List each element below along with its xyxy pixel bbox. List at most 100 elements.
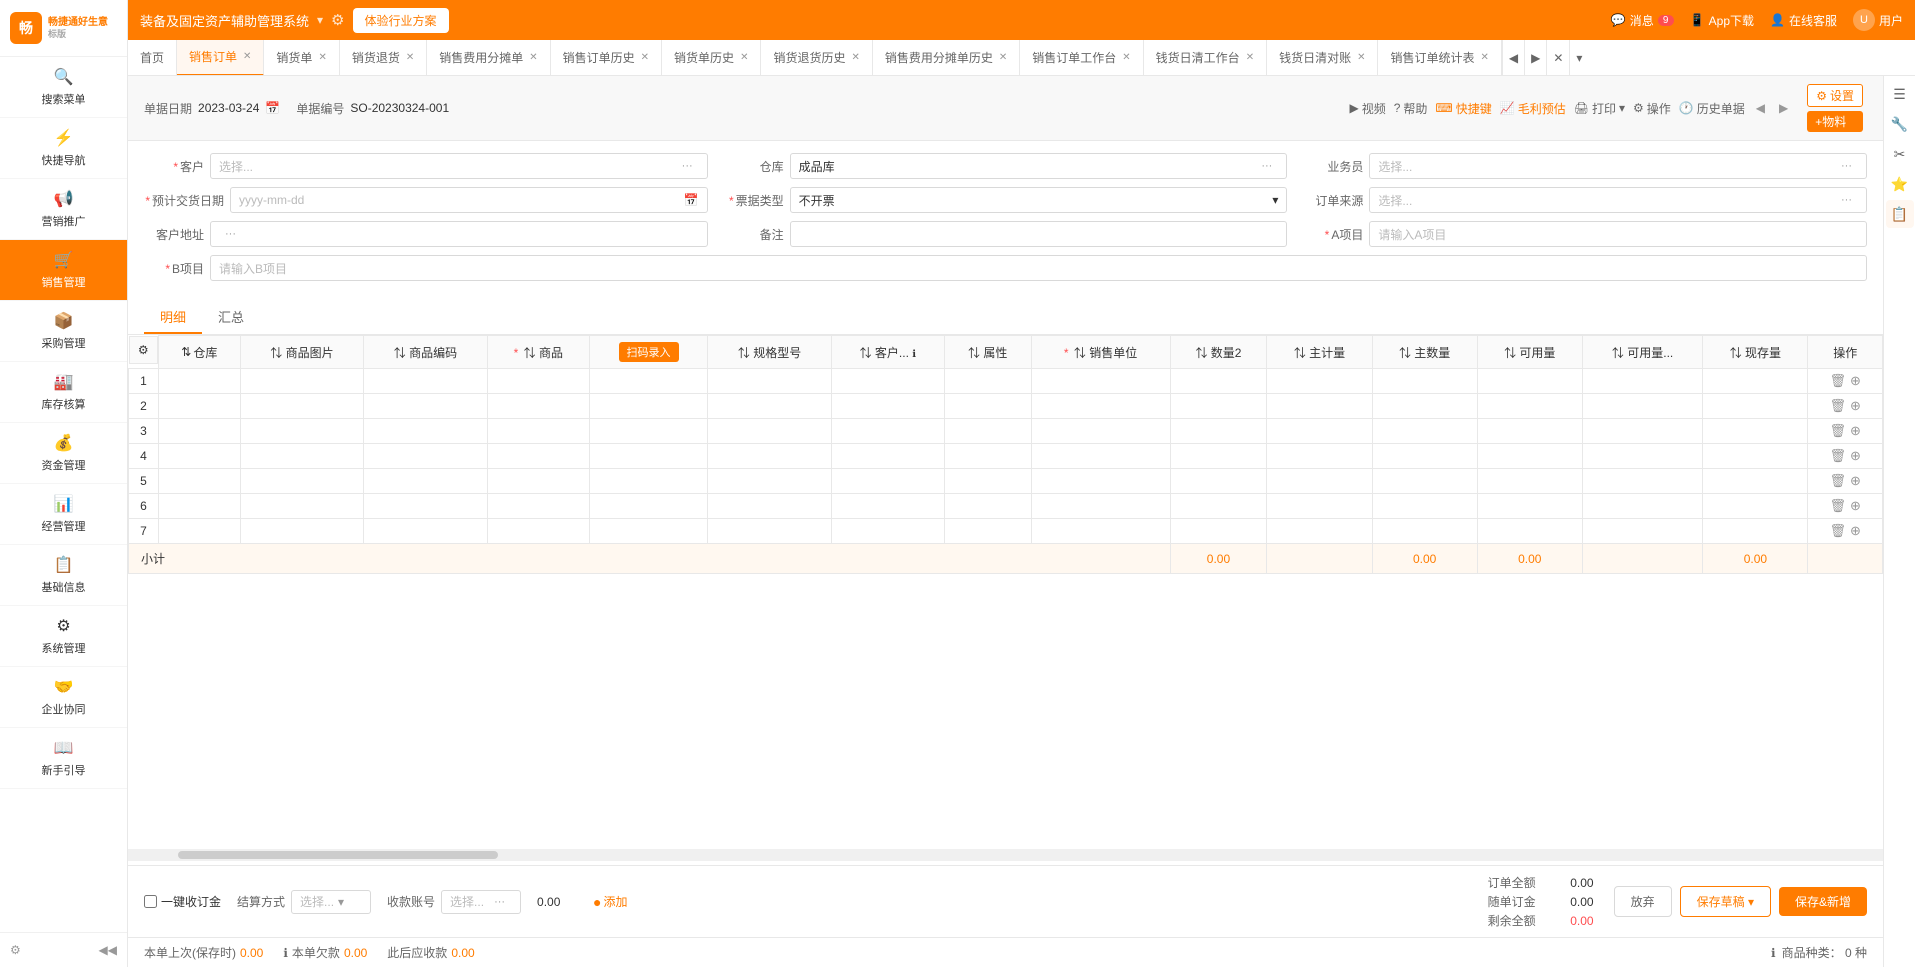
tab-expense-split-close[interactable]: ✕ <box>529 52 537 63</box>
row-delete-icon[interactable]: 🗑 <box>1830 423 1847 439</box>
invoice-select[interactable]: 不开票 ▾ <box>790 187 1288 213</box>
sidebar-collapse-icon[interactable]: ◀◀ <box>99 943 117 957</box>
preview-button[interactable]: ▶ 视频 <box>1349 100 1385 117</box>
tab-close-all-button[interactable]: ✕ <box>1546 40 1569 76</box>
scroll-thumb[interactable] <box>178 851 498 859</box>
profit-button[interactable]: 📈 毛利预估 <box>1500 100 1566 117</box>
tab-sales-stats[interactable]: 销售订单统计表 ✕ <box>1378 40 1501 76</box>
save-new-button[interactable]: 保存&新增 <box>1779 887 1867 916</box>
row-copy-icon[interactable]: ⊕ <box>1850 523 1861 539</box>
one-click-deposit-label[interactable]: 一键收订金 <box>144 893 221 910</box>
save-draft-dropdown-icon[interactable]: ▾ <box>1748 895 1754 909</box>
one-click-deposit-checkbox[interactable] <box>144 895 157 908</box>
sidebar-item-marketing[interactable]: 📢 营销推广 <box>0 179 127 240</box>
account-select[interactable]: 选择... ··· <box>441 890 521 914</box>
customer-more-icon[interactable]: ··· <box>676 158 699 174</box>
app-download-item[interactable]: 📱 App下载 <box>1690 12 1754 29</box>
row-copy-icon[interactable]: ⊕ <box>1850 448 1861 464</box>
sidebar-item-purchase[interactable]: 📦 采购管理 <box>0 301 127 362</box>
tab-cash-reconcile-close[interactable]: ✕ <box>1357 52 1365 63</box>
tab-home[interactable]: 首页 <box>128 40 177 76</box>
tab-sales-order[interactable]: 销售订单 ✕ <box>177 40 264 76</box>
sidebar-item-system[interactable]: ⚙ 系统管理 <box>0 606 127 667</box>
row-copy-icon[interactable]: ⊕ <box>1850 398 1861 414</box>
tab-invoice-history[interactable]: 销货单历史 ✕ <box>662 40 761 76</box>
sidebar-item-operations[interactable]: 📊 经营管理 <box>0 484 127 545</box>
tab-sales-stats-close[interactable]: ✕ <box>1481 52 1489 63</box>
right-btn-1[interactable]: ☰ <box>1886 80 1914 108</box>
tab-summary[interactable]: 汇总 <box>202 301 260 334</box>
row-copy-icon[interactable]: ⊕ <box>1850 423 1861 439</box>
right-btn-4[interactable]: ⭐ <box>1886 170 1914 198</box>
right-btn-2[interactable]: 🔧 <box>1886 110 1914 138</box>
discard-button[interactable]: 放弃 <box>1614 886 1672 917</box>
row-delete-icon[interactable]: 🗑 <box>1830 498 1847 514</box>
setup-button[interactable]: ⚙ 设置 <box>1807 84 1863 107</box>
tab-return-history-close[interactable]: ✕ <box>851 52 859 63</box>
history-button[interactable]: 🕐 历史单据 <box>1679 100 1745 117</box>
warehouse-input[interactable]: 成品库 ··· <box>790 153 1288 179</box>
user-item[interactable]: U 用户 <box>1853 9 1903 31</box>
sidebar-item-guide[interactable]: 📖 新手引导 <box>0 728 127 789</box>
right-btn-3[interactable]: ✂ <box>1886 140 1914 168</box>
sidebar-item-search[interactable]: 🔍 搜索菜单 <box>0 57 127 118</box>
col-warehouse[interactable]: ⇅ 仓库 <box>159 336 241 369</box>
tab-cash-workbench[interactable]: 钱货日清工作台 ✕ <box>1144 40 1267 76</box>
tab-expense-history[interactable]: 销售费用分摊单历史 ✕ <box>873 40 1020 76</box>
b-project-input[interactable]: 请输入B项目 <box>210 255 1867 281</box>
sidebar-item-sales[interactable]: 🛒 销售管理 <box>0 240 127 301</box>
tab-sales-invoice[interactable]: 销货单 ✕ <box>264 40 339 76</box>
note-input[interactable] <box>790 221 1288 247</box>
table-scrollbar[interactable] <box>128 849 1883 861</box>
sidebar-item-inventory[interactable]: 🏭 库存核算 <box>0 362 127 423</box>
scan-entry-button[interactable]: 扫码录入 <box>619 342 679 362</box>
sidebar-item-basic-info[interactable]: 📋 基础信息 <box>0 545 127 606</box>
row-delete-icon[interactable]: 🗑 <box>1830 473 1847 489</box>
staff-input[interactable]: 选择... ··· <box>1369 153 1867 179</box>
row-copy-icon[interactable]: ⊕ <box>1850 473 1861 489</box>
industry-plan-button[interactable]: 体验行业方案 <box>353 8 449 33</box>
tab-sales-return-close[interactable]: ✕ <box>406 52 414 63</box>
settings-icon[interactable]: ⚙ <box>331 11 344 29</box>
account-more-icon[interactable]: ··· <box>488 894 511 910</box>
column-settings-icon[interactable]: ⚙ <box>138 343 149 357</box>
shortcut-button[interactable]: ⌨ 快捷键 <box>1435 100 1491 117</box>
tab-sales-return[interactable]: 销货退货 ✕ <box>340 40 427 76</box>
right-btn-5[interactable]: 📋 <box>1886 200 1914 228</box>
address-input[interactable]: ··· <box>210 221 708 247</box>
calendar-icon[interactable]: 📅 <box>265 101 280 115</box>
staff-more-icon[interactable]: ··· <box>1835 158 1858 174</box>
nav-prev-icon[interactable]: ◀ <box>1753 101 1768 115</box>
delivery-input[interactable]: yyyy-mm-dd 📅 <box>230 187 708 213</box>
message-item[interactable]: 💬 消息 9 <box>1611 12 1674 29</box>
save-draft-button[interactable]: 保存草稿 ▾ <box>1680 886 1771 917</box>
tab-order-workbench-close[interactable]: ✕ <box>1122 52 1130 63</box>
order-source-input[interactable]: 选择... ··· <box>1369 187 1867 213</box>
sidebar-item-enterprise[interactable]: 🤝 企业协同 <box>0 667 127 728</box>
order-source-dropdown-icon[interactable]: ··· <box>1835 192 1858 208</box>
payment-method-select[interactable]: 选择... ▾ <box>291 890 371 914</box>
tab-expense-history-close[interactable]: ✕ <box>999 52 1007 63</box>
tab-sales-invoice-close[interactable]: ✕ <box>318 52 326 63</box>
dropdown-arrow-icon[interactable]: ▾ <box>317 13 323 27</box>
tab-return-history[interactable]: 销货退货历史 ✕ <box>761 40 872 76</box>
tab-expense-split[interactable]: 销售费用分摊单 ✕ <box>427 40 550 76</box>
sidebar-item-quick[interactable]: ⚡ 快捷导航 <box>0 118 127 179</box>
row-copy-icon[interactable]: ⊕ <box>1850 373 1861 389</box>
sidebar-settings-icon[interactable]: ⚙ <box>10 943 21 957</box>
warehouse-more-icon[interactable]: ··· <box>1255 158 1278 174</box>
tab-detail[interactable]: 明细 <box>144 301 202 334</box>
row-copy-icon[interactable]: ⊕ <box>1850 498 1861 514</box>
tab-invoice-history-close[interactable]: ✕ <box>740 52 748 63</box>
tab-order-history[interactable]: 销售订单历史 ✕ <box>551 40 662 76</box>
nav-next-icon[interactable]: ▶ <box>1776 101 1791 115</box>
customer-input[interactable]: 选择... ··· <box>210 153 708 179</box>
operation-button[interactable]: ⚙ 操作 <box>1633 100 1671 117</box>
tab-sales-order-close[interactable]: ✕ <box>243 51 251 62</box>
add-payment-button[interactable]: ● 添加 <box>593 893 627 910</box>
address-more-icon[interactable]: ··· <box>219 226 242 242</box>
print-button[interactable]: 🖨 打印 ▾ <box>1574 100 1625 117</box>
tab-order-workbench[interactable]: 销售订单工作台 ✕ <box>1020 40 1143 76</box>
add-material-button[interactable]: +物料 <box>1807 111 1863 132</box>
help-button[interactable]: ? 帮助 <box>1394 100 1428 117</box>
